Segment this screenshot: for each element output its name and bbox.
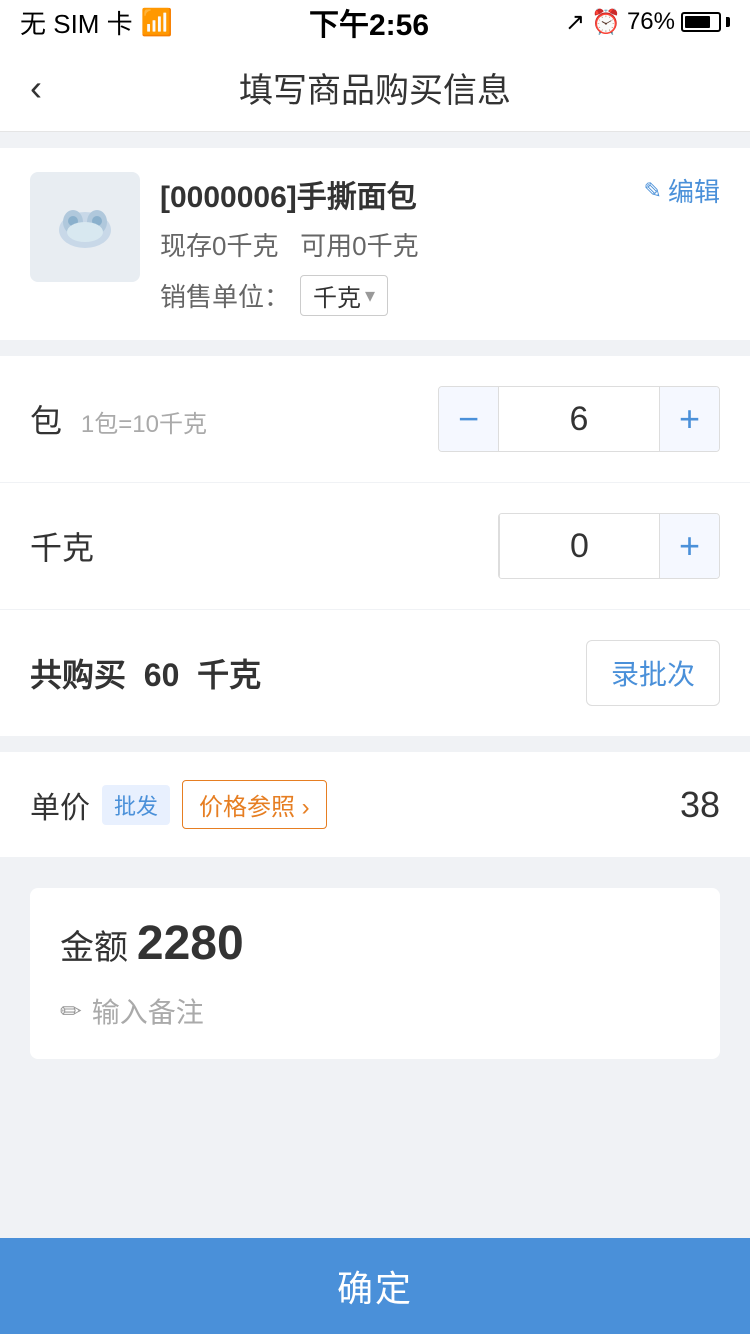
total-amount: 60 — [144, 657, 180, 693]
remark-icon: ✏ — [60, 996, 82, 1027]
bottom-spacer — [0, 1159, 750, 1239]
amount-value: 2280 — [137, 917, 244, 970]
product-image — [30, 172, 140, 282]
product-stock: 现存0千克 可用0千克 — [160, 226, 624, 263]
unit-value: 千克 — [313, 278, 361, 313]
qty-bag-row: 包 1包=10千克 − + — [0, 356, 750, 483]
amount-row: 金额 2280 — [30, 888, 720, 991]
qty-kg-control: + — [498, 513, 720, 579]
carrier-text: 无 SIM 卡 — [20, 4, 133, 41]
amount-label: 金额 — [60, 929, 128, 967]
qty-kg-plus-button[interactable]: + — [659, 514, 719, 578]
status-carrier: 无 SIM 卡 📶 — [20, 4, 173, 41]
product-name-text: 手撕面包 — [297, 181, 417, 214]
qty-kg-row: 千克 + — [0, 483, 750, 610]
battery-tip — [726, 17, 730, 27]
price-section: 单价 批发 价格参照 › 38 — [0, 752, 750, 858]
remark-row[interactable]: ✏ 输入备注 — [30, 991, 720, 1059]
product-code: [0000006] — [160, 181, 297, 214]
divider-2 — [0, 736, 750, 744]
battery-percent: 76% — [627, 8, 675, 36]
status-right: ↗ ⏰ 76% — [565, 8, 730, 37]
price-ref-button[interactable]: 价格参照 › — [182, 780, 327, 829]
bag-hint: 1包=10千克 — [81, 411, 207, 438]
price-type-badge: 批发 — [102, 785, 170, 825]
confirm-button[interactable]: 确定 — [0, 1238, 750, 1334]
price-label: 单价 — [30, 783, 90, 827]
total-text: 共购买 60 千克 — [30, 650, 586, 696]
unit-label: 销售单位： — [160, 277, 290, 314]
amount-section: 金额 2280 ✏ 输入备注 — [0, 858, 750, 1159]
page-title: 填写商品购买信息 — [239, 63, 511, 112]
alarm-icon: ⏰ — [591, 8, 621, 37]
edit-icon: ✎ — [644, 178, 662, 204]
edit-button[interactable]: ✎ 编辑 — [644, 172, 720, 209]
remark-placeholder: 输入备注 — [92, 991, 204, 1031]
back-button[interactable]: ‹ — [30, 57, 52, 119]
nav-bar: ‹ 填写商品购买信息 — [0, 44, 750, 132]
price-value: 38 — [680, 784, 720, 826]
status-bar: 无 SIM 卡 📶 下午2:56 ↗ ⏰ 76% — [0, 0, 750, 44]
batch-button[interactable]: 录批次 — [586, 640, 720, 706]
battery-bar — [681, 12, 721, 32]
qty-bag-input[interactable] — [499, 387, 659, 451]
qty-kg-input[interactable] — [499, 514, 659, 578]
stock-current: 现存0千克 — [160, 231, 278, 261]
product-unit-row: 销售单位： 千克 ▾ — [160, 275, 624, 316]
stock-available: 可用0千克 — [300, 231, 418, 261]
unit-selector[interactable]: 千克 ▾ — [300, 275, 388, 316]
dropdown-arrow-icon: ▾ — [365, 283, 375, 308]
qty-kg-label: 千克 — [30, 523, 498, 569]
qty-bag-plus-button[interactable]: + — [659, 387, 719, 451]
divider-1 — [0, 348, 750, 356]
product-name: [0000006]手撕面包 — [160, 172, 624, 216]
total-prefix: 共购买 — [30, 657, 126, 693]
kg-label-text: 千克 — [30, 530, 94, 566]
total-row: 共购买 60 千克 录批次 — [0, 610, 750, 736]
qty-bag-label: 包 1包=10千克 — [30, 396, 438, 442]
qty-bag-minus-button[interactable]: − — [439, 387, 499, 451]
qty-bag-control: − + — [438, 386, 720, 452]
total-unit: 千克 — [197, 657, 261, 693]
product-info: [0000006]手撕面包 现存0千克 可用0千克 销售单位： 千克 ▾ — [160, 172, 624, 316]
product-card: [0000006]手撕面包 现存0千克 可用0千克 销售单位： 千克 ▾ ✎ 编… — [0, 148, 750, 348]
bag-label-text: 包 — [30, 403, 62, 439]
location-icon: ↗ — [565, 8, 585, 37]
edit-label: 编辑 — [668, 172, 720, 209]
status-time: 下午2:56 — [309, 0, 429, 44]
wifi-icon: 📶 — [141, 7, 173, 38]
